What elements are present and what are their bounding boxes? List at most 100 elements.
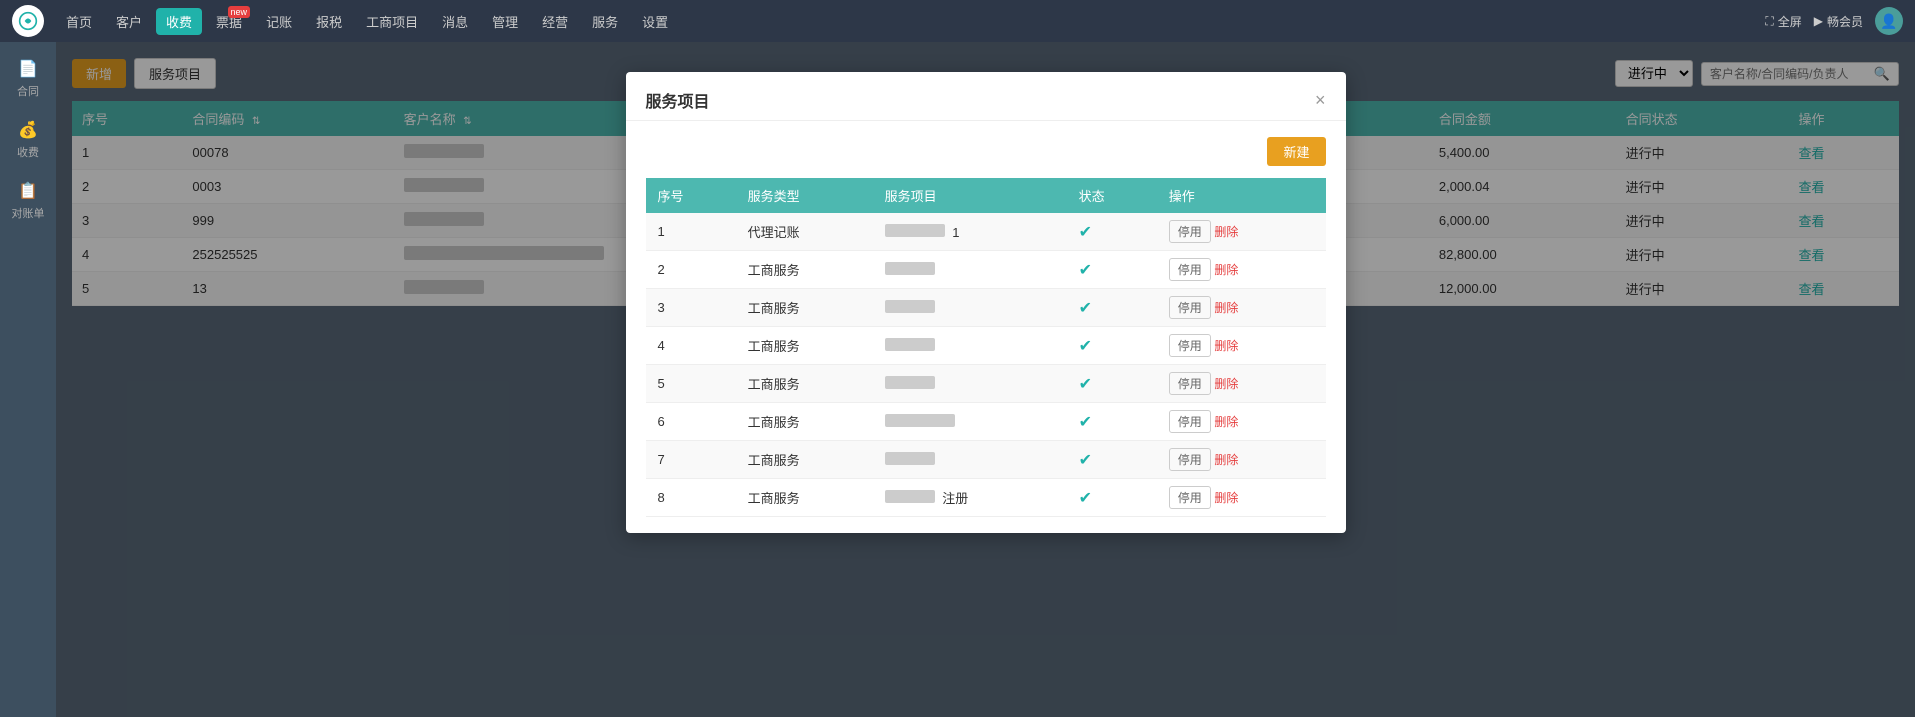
- delete-button[interactable]: 删除: [1214, 489, 1238, 506]
- nav-client[interactable]: 客户: [106, 8, 152, 35]
- nav-manage[interactable]: 管理: [482, 8, 528, 35]
- modal-header: 服务项目 ×: [626, 72, 1346, 121]
- nav-service[interactable]: 服务: [582, 8, 628, 35]
- modal-cell-index: 5: [646, 365, 736, 403]
- modal-cell-item: [873, 327, 1067, 365]
- modal-cell-action[interactable]: 停用 删除: [1157, 365, 1326, 403]
- modal-cell-type: 代理记账: [736, 213, 873, 251]
- member-button[interactable]: ▶ 畅会员: [1814, 13, 1863, 30]
- stop-button[interactable]: 停用: [1169, 258, 1211, 281]
- sidebar-item-fee[interactable]: 💰 收费: [4, 111, 52, 168]
- modal-cell-type: 工商服务: [736, 289, 873, 327]
- sidebar: 📄 合同 💰 收费 📋 对账单: [0, 42, 56, 717]
- modal-cell-index: 4: [646, 327, 736, 365]
- modal-col-type: 服务类型: [736, 178, 873, 213]
- modal-table-container[interactable]: 序号 服务类型 服务项目 状态 操作 1 代理记账 1: [646, 178, 1326, 517]
- nav-invoice[interactable]: 票据 new: [206, 8, 252, 35]
- modal-cell-type: 工商服务: [736, 327, 873, 365]
- status-check-icon: ✔: [1079, 452, 1092, 469]
- modal-table-row: 5 工商服务 ✔ 停用 删除: [646, 365, 1326, 403]
- stop-button[interactable]: 停用: [1169, 410, 1211, 433]
- modal-table-row: 7 工商服务 ✔ 停用 删除: [646, 441, 1326, 479]
- modal-table-row: 8 工商服务 注册 ✔ 停用 删除: [646, 479, 1326, 517]
- stop-button[interactable]: 停用: [1169, 486, 1211, 509]
- modal-cell-index: 8: [646, 479, 736, 517]
- stop-button[interactable]: 停用: [1169, 296, 1211, 319]
- nav-settings[interactable]: 设置: [632, 8, 678, 35]
- modal-cell-item: [873, 251, 1067, 289]
- status-check-icon: ✔: [1079, 376, 1092, 393]
- modal-close-button[interactable]: ×: [1315, 90, 1326, 111]
- statement-icon: 📋: [17, 180, 39, 202]
- modal-col-action: 操作: [1157, 178, 1326, 213]
- modal-cell-item: [873, 441, 1067, 479]
- stop-button[interactable]: 停用: [1169, 334, 1211, 357]
- status-check-icon: ✔: [1079, 300, 1092, 317]
- nav-fee[interactable]: 收费: [156, 8, 202, 35]
- contract-icon: 📄: [17, 58, 39, 80]
- stop-button[interactable]: 停用: [1169, 448, 1211, 471]
- nav-operate[interactable]: 经营: [532, 8, 578, 35]
- modal-cell-index: 1: [646, 213, 736, 251]
- modal-table-row: 2 工商服务 ✔ 停用 删除: [646, 251, 1326, 289]
- fullscreen-icon: ⛶: [1765, 14, 1773, 29]
- delete-button[interactable]: 删除: [1214, 413, 1238, 430]
- modal-cell-action[interactable]: 停用 删除: [1157, 327, 1326, 365]
- status-check-icon: ✔: [1079, 338, 1092, 355]
- modal-cell-item: 注册: [873, 479, 1067, 517]
- modal-cell-action[interactable]: 停用 删除: [1157, 213, 1326, 251]
- delete-button[interactable]: 删除: [1214, 337, 1238, 354]
- avatar[interactable]: 👤: [1875, 7, 1903, 35]
- delete-button[interactable]: 删除: [1214, 375, 1238, 392]
- modal-col-index: 序号: [646, 178, 736, 213]
- sidebar-item-contract[interactable]: 📄 合同: [4, 50, 52, 107]
- modal-cell-status: ✔: [1067, 327, 1157, 365]
- modal-cell-type: 工商服务: [736, 441, 873, 479]
- modal-cell-type: 工商服务: [736, 403, 873, 441]
- nav-bookkeeping[interactable]: 记账: [256, 8, 302, 35]
- nav-home[interactable]: 首页: [56, 8, 102, 35]
- stop-button[interactable]: 停用: [1169, 220, 1211, 243]
- modal-cell-action[interactable]: 停用 删除: [1157, 441, 1326, 479]
- modal-toolbar: 新建: [646, 137, 1326, 166]
- nav-message[interactable]: 消息: [432, 8, 478, 35]
- modal-cell-item: [873, 403, 1067, 441]
- fullscreen-button[interactable]: ⛶ 全屏: [1765, 13, 1801, 30]
- nav-right-area: ⛶ 全屏 ▶ 畅会员 👤: [1765, 7, 1903, 35]
- modal-cell-status: ✔: [1067, 289, 1157, 327]
- modal-cell-item: 1: [873, 213, 1067, 251]
- modal-cell-item: [873, 365, 1067, 403]
- stop-button[interactable]: 停用: [1169, 372, 1211, 395]
- modal-table-row: 3 工商服务 ✔ 停用 删除: [646, 289, 1326, 327]
- service-items-table: 序号 服务类型 服务项目 状态 操作 1 代理记账 1: [646, 178, 1326, 517]
- nav-industry[interactable]: 工商项目: [356, 8, 428, 35]
- modal-col-item: 服务项目: [873, 178, 1067, 213]
- modal-cell-type: 工商服务: [736, 251, 873, 289]
- modal-table-row: 6 工商服务 ✔ 停用 删除: [646, 403, 1326, 441]
- avatar-icon: 👤: [1880, 13, 1897, 30]
- modal-cell-index: 3: [646, 289, 736, 327]
- sidebar-item-statement[interactable]: 📋 对账单: [4, 172, 52, 229]
- app-logo: [12, 5, 44, 37]
- modal-col-status: 状态: [1067, 178, 1157, 213]
- modal-new-button[interactable]: 新建: [1267, 137, 1325, 166]
- modal-cell-index: 2: [646, 251, 736, 289]
- delete-button[interactable]: 删除: [1214, 261, 1238, 278]
- modal-overlay: 服务项目 × 新建 序号 服务类型 服务项目: [56, 42, 1915, 717]
- content-area: 新增 服务项目 进行中 已完成 已停止 🔍 序号 合同编码 ⇅: [56, 42, 1915, 717]
- status-check-icon: ✔: [1079, 224, 1092, 241]
- modal-cell-action[interactable]: 停用 删除: [1157, 479, 1326, 517]
- modal-cell-action[interactable]: 停用 删除: [1157, 289, 1326, 327]
- modal-table-body: 1 代理记账 1 ✔ 停用 删除 2 工商服务 ✔ 停用 删除 3 工商服务: [646, 213, 1326, 517]
- status-check-icon: ✔: [1079, 262, 1092, 279]
- modal-body: 新建 序号 服务类型 服务项目 状态 操作: [626, 121, 1346, 533]
- delete-button[interactable]: 删除: [1214, 451, 1238, 468]
- modal-cell-action[interactable]: 停用 删除: [1157, 251, 1326, 289]
- delete-button[interactable]: 删除: [1214, 299, 1238, 316]
- modal-cell-status: ✔: [1067, 365, 1157, 403]
- delete-button[interactable]: 删除: [1214, 223, 1238, 240]
- modal-cell-action[interactable]: 停用 删除: [1157, 403, 1326, 441]
- nav-tax[interactable]: 报税: [306, 8, 352, 35]
- main-layout: 📄 合同 💰 收费 📋 对账单 新增 服务项目 进行中 已完成 已停止: [0, 42, 1915, 717]
- status-check-icon: ✔: [1079, 490, 1092, 507]
